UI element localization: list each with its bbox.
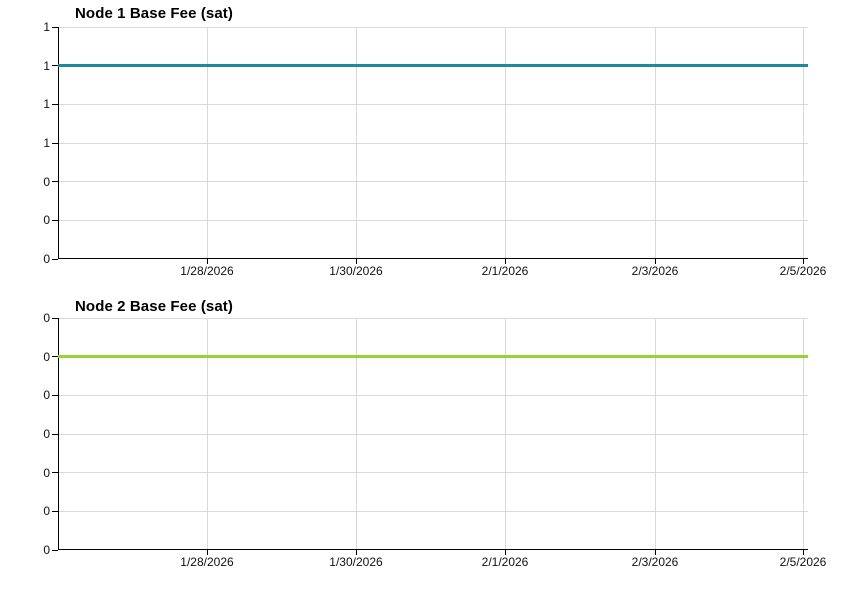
y-tick-label: 1: [14, 97, 50, 111]
gridline-horizontal: [58, 434, 808, 435]
y-tick-label: 0: [14, 252, 50, 266]
plot-area: [58, 318, 808, 550]
y-tick-label: 0: [14, 388, 50, 402]
gridline-horizontal: [58, 27, 808, 28]
y-tick-label: 0: [14, 427, 50, 441]
x-axis-line: [58, 258, 808, 259]
x-tick-label: 2/1/2026: [460, 264, 550, 278]
y-tick-label: 1: [14, 136, 50, 150]
node-1-base-fee-chart: Node 1 Base Fee (sat) 1 1 1 1 0 0 0 1/28/2026 1/…: [0, 0, 860, 288]
x-tick-label: 1/28/2026: [162, 264, 252, 278]
gridline-horizontal: [58, 472, 808, 473]
gridline-horizontal: [58, 220, 808, 221]
gridline-horizontal: [58, 181, 808, 182]
x-tick-label: 2/5/2026: [758, 555, 848, 569]
chart-title: Node 2 Base Fee (sat): [75, 298, 233, 315]
y-tick-label: 0: [14, 311, 50, 325]
x-tick-label: 2/3/2026: [610, 555, 700, 569]
x-tick-label: 1/30/2026: [311, 555, 401, 569]
gridline-horizontal: [58, 318, 808, 319]
x-tick-label: 2/1/2026: [460, 555, 550, 569]
x-tick-label: 2/3/2026: [610, 264, 700, 278]
x-axis-line: [58, 549, 808, 550]
gridline-horizontal: [58, 395, 808, 396]
y-tick-label: 0: [14, 350, 50, 364]
series-line: [58, 355, 808, 358]
y-tick-label: 0: [14, 543, 50, 557]
y-tick-label: 1: [14, 59, 50, 73]
y-tick-label: 0: [14, 504, 50, 518]
series-line: [58, 64, 808, 67]
gridline-horizontal: [58, 511, 808, 512]
y-axis-line: [58, 27, 59, 259]
y-tick-label: 0: [14, 213, 50, 227]
y-tick-label: 1: [14, 20, 50, 34]
gridline-horizontal: [58, 143, 808, 144]
y-tick-label: 0: [14, 175, 50, 189]
x-tick-label: 2/5/2026: [758, 264, 848, 278]
charts-page: Node 1 Base Fee (sat) 1 1 1 1 0 0 0 1/28/2026 1/…: [0, 0, 860, 600]
plot-area: [58, 27, 808, 259]
y-axis-line: [58, 318, 59, 550]
x-tick-label: 1/28/2026: [162, 555, 252, 569]
node-2-base-fee-chart: Node 2 Base Fee (sat) 0 0 0 0 0 0 0 1/28/2026 1/…: [0, 290, 860, 590]
y-tick-label: 0: [14, 466, 50, 480]
chart-title: Node 1 Base Fee (sat): [75, 5, 233, 22]
x-tick-label: 1/30/2026: [311, 264, 401, 278]
gridline-horizontal: [58, 104, 808, 105]
